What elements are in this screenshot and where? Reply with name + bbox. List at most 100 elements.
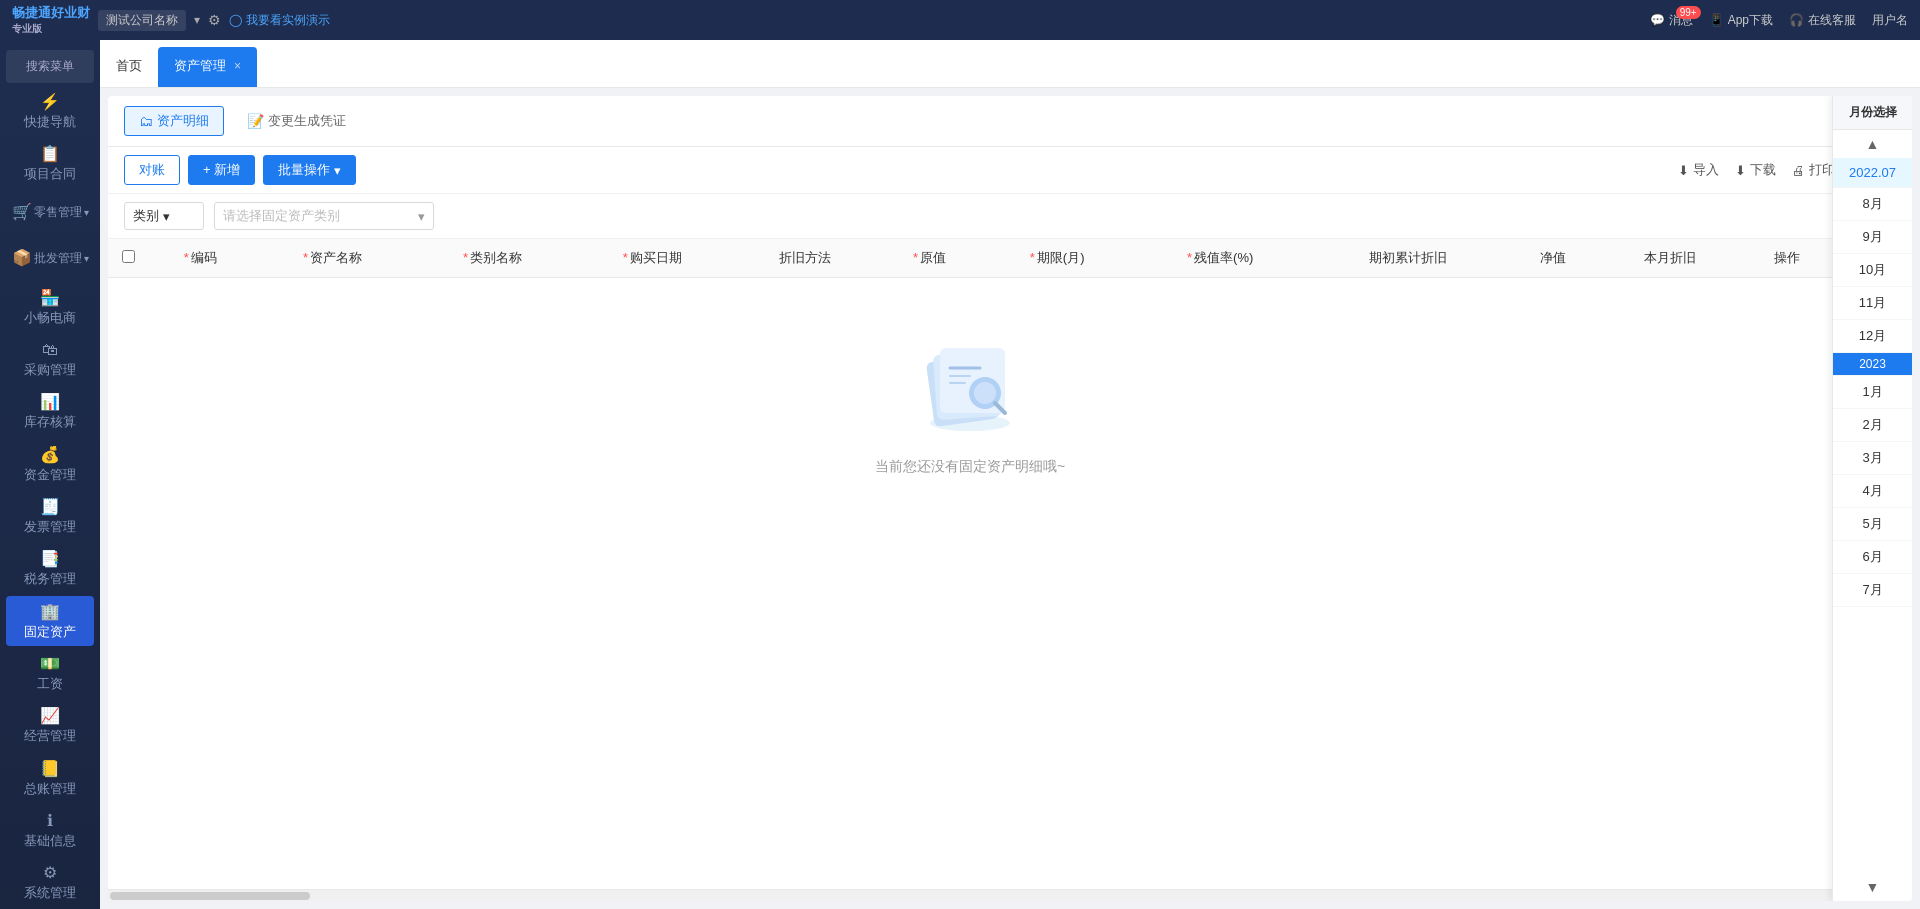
asset-detail-icon: 🗂 bbox=[139, 113, 153, 129]
sidebar-item-tax[interactable]: 📑 税务管理 bbox=[6, 544, 94, 594]
finance-icon: 💰 bbox=[40, 445, 60, 464]
category-type-selector[interactable]: 类别 ▾ bbox=[124, 202, 204, 230]
sidebar-item-ledger[interactable]: 📒 总账管理 bbox=[6, 753, 94, 803]
online-service-button[interactable]: 🎧 在线客服 bbox=[1789, 12, 1856, 29]
month-item-8[interactable]: 8月 bbox=[1833, 188, 1912, 221]
month-nav-up-button[interactable]: ▲ bbox=[1866, 136, 1880, 152]
tab-close-icon[interactable]: × bbox=[234, 59, 241, 73]
download-button[interactable]: ⬇ 下载 bbox=[1731, 157, 1780, 183]
import-button[interactable]: ⬇ 导入 bbox=[1674, 157, 1723, 183]
purchase-icon: 🛍 bbox=[42, 341, 58, 359]
company-selector[interactable]: 测试公司名称 bbox=[98, 10, 186, 31]
category-type-dropdown-icon: ▾ bbox=[163, 209, 170, 224]
ledger-icon: 📒 bbox=[40, 759, 60, 778]
tab-bar: 首页 资产管理 × bbox=[100, 40, 1920, 88]
bottom-scrollbar[interactable] bbox=[108, 889, 1912, 901]
empty-state: 当前您还没有固定资产明细哦~ bbox=[108, 278, 1832, 536]
select-all-checkbox[interactable] bbox=[122, 250, 135, 263]
month-nav-down-button[interactable]: ▼ bbox=[1866, 879, 1880, 895]
tax-icon: 📑 bbox=[40, 549, 60, 568]
change-voucher-icon: 📝 bbox=[247, 113, 264, 129]
month-item-4[interactable]: 4月 bbox=[1833, 475, 1912, 508]
sub-tab-asset-detail[interactable]: 🗂 资产明细 bbox=[124, 106, 224, 136]
sidebar-item-inventory[interactable]: 📊 库存核算 bbox=[6, 387, 94, 437]
invoice-icon: 🧾 bbox=[40, 497, 60, 516]
sidebar-item-ecommerce[interactable]: 🏪 小畅电商 bbox=[6, 283, 94, 333]
category-select-input[interactable]: 请选择固定资产类别 ▾ bbox=[214, 202, 434, 230]
main-layout: 搜索菜单 ⚡ 快捷导航 📋 项目合同 🛒 零售管理 ▾ 📦 批发管理 ▾ 🏪 小… bbox=[0, 40, 1920, 909]
user-info[interactable]: 用户名 bbox=[1872, 12, 1908, 29]
month-nav-down: ▼ bbox=[1833, 873, 1912, 901]
wholesale-icon: 📦 bbox=[12, 248, 32, 267]
sidebar-item-wholesale[interactable]: 📦 批发管理 ▾ bbox=[6, 237, 94, 281]
sidebar-item-system[interactable]: ⚙ 系统管理 bbox=[6, 858, 94, 908]
table-header-net-value: 净值 bbox=[1508, 239, 1597, 278]
month-item-6[interactable]: 6月 bbox=[1833, 541, 1912, 574]
sidebar: 搜索菜单 ⚡ 快捷导航 📋 项目合同 🛒 零售管理 ▾ 📦 批发管理 ▾ 🏪 小… bbox=[0, 40, 100, 909]
sidebar-item-salary[interactable]: 💵 工资 bbox=[6, 648, 94, 698]
top-bar-left: 畅捷通好业财 专业版 测试公司名称 ▾ ⚙ ◯ 我要看实例演示 bbox=[12, 4, 1640, 36]
demo-link[interactable]: ◯ 我要看实例演示 bbox=[229, 12, 330, 29]
batch-ops-button[interactable]: 批量操作 ▾ bbox=[263, 155, 356, 185]
company-dropdown-icon[interactable]: ▾ bbox=[194, 13, 200, 27]
new-button[interactable]: + 新增 bbox=[188, 155, 255, 185]
month-item-5[interactable]: 5月 bbox=[1833, 508, 1912, 541]
asset-table: *编码 *资产名称 *类别名称 *购买日期 折旧方法 *原值 *期限(月) *残… bbox=[108, 239, 1832, 278]
month-item-1[interactable]: 1月 bbox=[1833, 376, 1912, 409]
settings-icon[interactable]: ⚙ bbox=[208, 12, 221, 28]
inventory-icon: 📊 bbox=[40, 392, 60, 411]
sidebar-item-finance[interactable]: 💰 资金管理 bbox=[6, 439, 94, 489]
print-icon: 🖨 bbox=[1792, 163, 1805, 178]
message-button[interactable]: 💬 消息 99+ bbox=[1650, 12, 1693, 29]
tab-home[interactable]: 首页 bbox=[100, 47, 158, 87]
app-download-button[interactable]: 📱 App下载 bbox=[1709, 12, 1773, 29]
tab-asset-management[interactable]: 资产管理 × bbox=[158, 47, 257, 87]
filter-bar: 类别 ▾ 请选择固定资产类别 ▾ bbox=[108, 194, 1912, 239]
month-item-current-year-badge: 2023 bbox=[1833, 353, 1912, 376]
month-panel: 月份选择 ▲ 2022.07 8月 9月 10月 11月 12月 2023 1月… bbox=[1832, 96, 1912, 901]
fixed-assets-icon: 🏢 bbox=[40, 602, 60, 621]
quick-nav-icon: ⚡ bbox=[40, 92, 60, 111]
top-bar: 畅捷通好业财 专业版 测试公司名称 ▾ ⚙ ◯ 我要看实例演示 💬 消息 99+… bbox=[0, 0, 1920, 40]
table-header-dep-method: 折旧方法 bbox=[732, 239, 877, 278]
sidebar-item-purchase[interactable]: 🛍 采购管理 bbox=[6, 335, 94, 385]
sidebar-item-basic-info[interactable]: ℹ 基础信息 bbox=[6, 805, 94, 855]
ecommerce-icon: 🏪 bbox=[40, 288, 60, 307]
month-item-7[interactable]: 7月 bbox=[1833, 574, 1912, 607]
retail-icon: 🛒 bbox=[12, 202, 32, 221]
sidebar-item-project[interactable]: 📋 项目合同 bbox=[6, 138, 94, 188]
app-logo: 畅捷通好业财 专业版 bbox=[12, 4, 90, 36]
month-item-selected[interactable]: 2022.07 bbox=[1833, 158, 1912, 188]
basic-info-icon: ℹ bbox=[47, 811, 53, 830]
sidebar-item-retail[interactable]: 🛒 零售管理 ▾ bbox=[6, 191, 94, 235]
reconcile-button[interactable]: 对账 bbox=[124, 155, 180, 185]
svg-point-5 bbox=[974, 382, 996, 404]
sidebar-search[interactable]: 搜索菜单 bbox=[6, 50, 94, 83]
retail-arrow-icon: ▾ bbox=[84, 207, 89, 218]
table-header-code: *编码 bbox=[148, 239, 253, 278]
table-header-residual-rate: *残值率(%) bbox=[1132, 239, 1307, 278]
sidebar-item-operations[interactable]: 📈 经营管理 bbox=[6, 701, 94, 751]
month-item-9[interactable]: 9月 bbox=[1833, 221, 1912, 254]
month-nav-up: ▲ bbox=[1833, 130, 1912, 158]
table-header-monthly-dep: 本月折旧 bbox=[1598, 239, 1743, 278]
month-item-10[interactable]: 10月 bbox=[1833, 254, 1912, 287]
action-bar: 对账 + 新增 批量操作 ▾ ⬇ 导入 ⬇ 下载 🖨 bbox=[108, 147, 1912, 194]
month-item-3[interactable]: 3月 bbox=[1833, 442, 1912, 475]
sub-tab-change-voucher[interactable]: 📝 变更生成凭证 bbox=[232, 106, 361, 136]
month-item-2[interactable]: 2月 bbox=[1833, 409, 1912, 442]
message-icon: 💬 bbox=[1650, 13, 1665, 27]
system-icon: ⚙ bbox=[43, 863, 57, 882]
table-header-name: *资产名称 bbox=[253, 239, 413, 278]
empty-icon bbox=[910, 338, 1030, 438]
scroll-thumb[interactable] bbox=[110, 892, 310, 900]
empty-text: 当前您还没有固定资产明细哦~ bbox=[875, 458, 1065, 476]
sidebar-item-invoice[interactable]: 🧾 发票管理 bbox=[6, 491, 94, 541]
sidebar-item-quick-nav[interactable]: ⚡ 快捷导航 bbox=[6, 86, 94, 136]
headset-icon: 🎧 bbox=[1789, 13, 1804, 27]
sidebar-item-fixed-assets[interactable]: 🏢 固定资产 bbox=[6, 596, 94, 646]
month-item-11[interactable]: 11月 bbox=[1833, 287, 1912, 320]
month-item-12[interactable]: 12月 bbox=[1833, 320, 1912, 353]
table-header-checkbox bbox=[108, 239, 148, 278]
wholesale-arrow-icon: ▾ bbox=[84, 253, 89, 264]
